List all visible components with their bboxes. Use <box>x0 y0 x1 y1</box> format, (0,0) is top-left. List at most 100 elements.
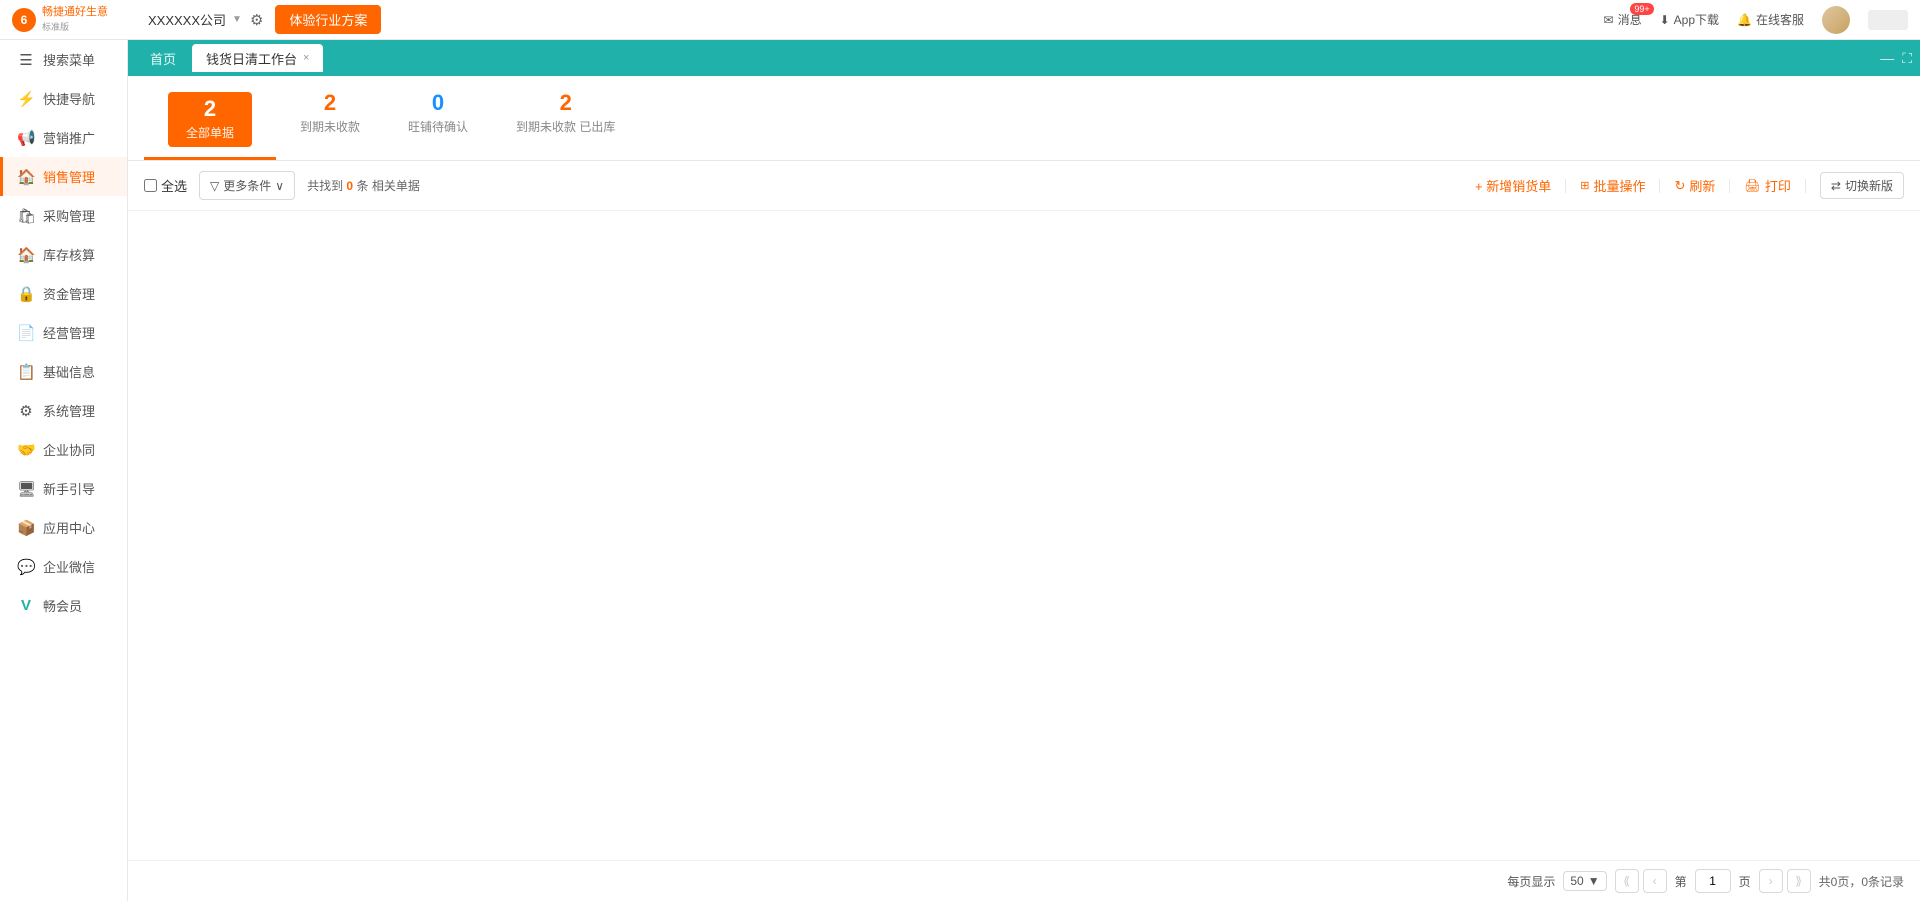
sidebar-label-basic-info: 基础信息 <box>43 362 95 381</box>
page-input[interactable] <box>1695 869 1731 893</box>
sidebar-item-inventory[interactable]: 🏠 库存核算 <box>0 235 127 274</box>
switch-icon: ⇄ <box>1831 179 1841 193</box>
inventory-icon: 🏠 <box>17 246 35 264</box>
sidebar-item-sales[interactable]: 🏠 销售管理 <box>0 157 127 196</box>
member-icon: V <box>17 597 35 614</box>
refresh-icon: ↻ <box>1674 178 1685 194</box>
basic-info-icon: 📋 <box>17 363 35 381</box>
tab-home-label: 首页 <box>150 49 176 68</box>
divider-3 <box>1729 179 1730 193</box>
sidebar-item-member[interactable]: V 畅会员 <box>0 586 127 625</box>
main-content: 2 全部单据 2 到期未收款 0 旺铺待确认 2 到期未收款 已出库 全选 ▽ … <box>128 76 1920 901</box>
username-area <box>1868 10 1908 30</box>
sales-icon: 🏠 <box>17 168 35 186</box>
summary-card-shipped[interactable]: 2 到期未收款 已出库 <box>492 84 639 160</box>
avatar[interactable] <box>1822 6 1850 34</box>
tab-active[interactable]: 钱货日清工作台 × <box>192 44 323 72</box>
page-last-btn[interactable]: ⟫ <box>1787 869 1811 893</box>
divider-2 <box>1659 179 1660 193</box>
found-suffix: 相关单据 <box>372 179 420 193</box>
wechat-icon: 💬 <box>17 558 35 576</box>
refresh-label: 刷新 <box>1689 176 1715 195</box>
shipped-card-label: 到期未收款 已出库 <box>516 118 615 135</box>
refresh-btn[interactable]: ↻ 刷新 <box>1674 176 1715 195</box>
tab-maximize-icon[interactable]: ⛶ <box>1902 50 1912 67</box>
operations-icon: 📄 <box>17 324 35 342</box>
marketing-icon: 📢 <box>17 129 35 147</box>
sidebar: ☰ 搜索菜单 ⚡ 快捷导航 📢 营销推广 🏠 销售管理 🛍 采购管理 🏠 库存核… <box>0 40 128 901</box>
page-size-value: 50 <box>1570 874 1583 888</box>
sidebar-label-finance: 资金管理 <box>43 284 95 303</box>
page-label: 第 <box>1675 873 1687 890</box>
toolbar-right: + 新增销货单 ⊞ 批量操作 ↻ 刷新 🖨 打印 ⇄ 切换新版 <box>1475 172 1904 199</box>
found-prefix: 共找到 <box>307 179 343 193</box>
sidebar-label-guide: 新手引导 <box>43 479 95 498</box>
sidebar-label-member: 畅会员 <box>43 596 82 615</box>
page-size-chevron: ▼ <box>1588 874 1600 888</box>
sidebar-item-operations[interactable]: 📄 经营管理 <box>0 313 127 352</box>
pending-card-number: 0 <box>408 92 468 114</box>
header-right: ✉ 消息 99+ ⬇ App下载 🔔 在线客服 <box>1604 6 1908 34</box>
company-name: XXXXXX公司 <box>148 10 226 29</box>
sidebar-item-quick-nav[interactable]: ⚡ 快捷导航 <box>0 79 127 118</box>
sidebar-label-app-center: 应用中心 <box>43 518 95 537</box>
trial-button[interactable]: 体验行业方案 <box>275 5 381 34</box>
page-size-select[interactable]: 50 ▼ <box>1563 871 1606 891</box>
switch-btn[interactable]: ⇄ 切换新版 <box>1820 172 1904 199</box>
print-label: 打印 <box>1765 176 1791 195</box>
select-all-checkbox[interactable]: 全选 <box>144 176 187 195</box>
guide-icon: 🖥 <box>17 480 35 498</box>
logo-icon: 6 <box>12 8 36 32</box>
page-first-btn[interactable]: ⟪ <box>1615 869 1639 893</box>
sidebar-item-search-menu[interactable]: ☰ 搜索菜单 <box>0 40 127 79</box>
app-center-icon: 📦 <box>17 519 35 537</box>
select-all-input[interactable] <box>144 179 157 192</box>
batch-btn[interactable]: ⊞ 批量操作 <box>1580 176 1645 195</box>
chevron-down-icon: ▼ <box>232 14 242 25</box>
sidebar-label-sales: 销售管理 <box>43 167 95 186</box>
logo-area: 6 畅捷通好生意 标准版 <box>12 6 140 32</box>
all-card-bg: 2 全部单据 <box>168 92 252 147</box>
summary-card-all[interactable]: 2 全部单据 <box>144 84 276 160</box>
per-page-label: 每页显示 <box>1507 873 1555 890</box>
sidebar-label-cooperation: 企业协同 <box>43 440 95 459</box>
toolbar: 全选 ▽ 更多条件 ∨ 共找到 0 条 相关单据 + 新增销货单 ⊞ 批量操作 … <box>128 161 1920 211</box>
sidebar-label-operations: 经营管理 <box>43 323 95 342</box>
filter-icon: ▽ <box>210 179 219 193</box>
sidebar-item-app-center[interactable]: 📦 应用中心 <box>0 508 127 547</box>
message-action[interactable]: ✉ 消息 99+ <box>1604 11 1642 28</box>
sidebar-item-finance[interactable]: 🔒 资金管理 <box>0 274 127 313</box>
print-btn[interactable]: 🖨 打印 <box>1744 176 1791 195</box>
summary-card-overdue[interactable]: 2 到期未收款 <box>276 84 384 160</box>
page-prev-btn[interactable]: ‹ <box>1643 869 1667 893</box>
sidebar-item-purchase[interactable]: 🛍 采购管理 <box>0 196 127 235</box>
finance-icon: 🔒 <box>17 285 35 303</box>
sidebar-item-system[interactable]: ⚙ 系统管理 <box>0 391 127 430</box>
tab-home[interactable]: 首页 <box>136 44 190 72</box>
sidebar-item-cooperation[interactable]: 🤝 企业协同 <box>0 430 127 469</box>
overdue-card-label: 到期未收款 <box>300 118 360 135</box>
batch-icon: ⊞ <box>1580 179 1589 192</box>
sidebar-label-wechat: 企业微信 <box>43 557 95 576</box>
sidebar-item-wechat[interactable]: 💬 企业微信 <box>0 547 127 586</box>
online-service-action[interactable]: 🔔 在线客服 <box>1737 11 1804 28</box>
sidebar-item-marketing[interactable]: 📢 营销推广 <box>0 118 127 157</box>
filter-btn[interactable]: ▽ 更多条件 ∨ <box>199 171 295 200</box>
company-selector[interactable]: XXXXXX公司 ▼ <box>148 10 242 29</box>
all-card-label: 全部单据 <box>186 124 234 141</box>
sidebar-item-basic-info[interactable]: 📋 基础信息 <box>0 352 127 391</box>
total-info: 共0页，0条记录 <box>1819 873 1904 890</box>
add-sale-btn[interactable]: + 新增销货单 <box>1475 176 1551 195</box>
tab-close-icon[interactable]: × <box>303 52 309 64</box>
app-download-action[interactable]: ⬇ App下载 <box>1660 11 1719 28</box>
page-next-btn[interactable]: › <box>1759 869 1783 893</box>
system-icon: ⚙ <box>17 402 35 420</box>
quick-nav-icon: ⚡ <box>17 90 35 108</box>
tab-bar: 首页 钱货日清工作台 × — ⛶ <box>128 40 1920 76</box>
summary-card-pending[interactable]: 0 旺铺待确认 <box>384 84 492 160</box>
overdue-card-number: 2 <box>300 92 360 114</box>
found-unit: 条 <box>356 179 368 193</box>
settings-icon[interactable]: ⚙ <box>250 11 263 29</box>
tab-minimize-icon[interactable]: — <box>1880 50 1894 67</box>
sidebar-item-guide[interactable]: 🖥 新手引导 <box>0 469 127 508</box>
